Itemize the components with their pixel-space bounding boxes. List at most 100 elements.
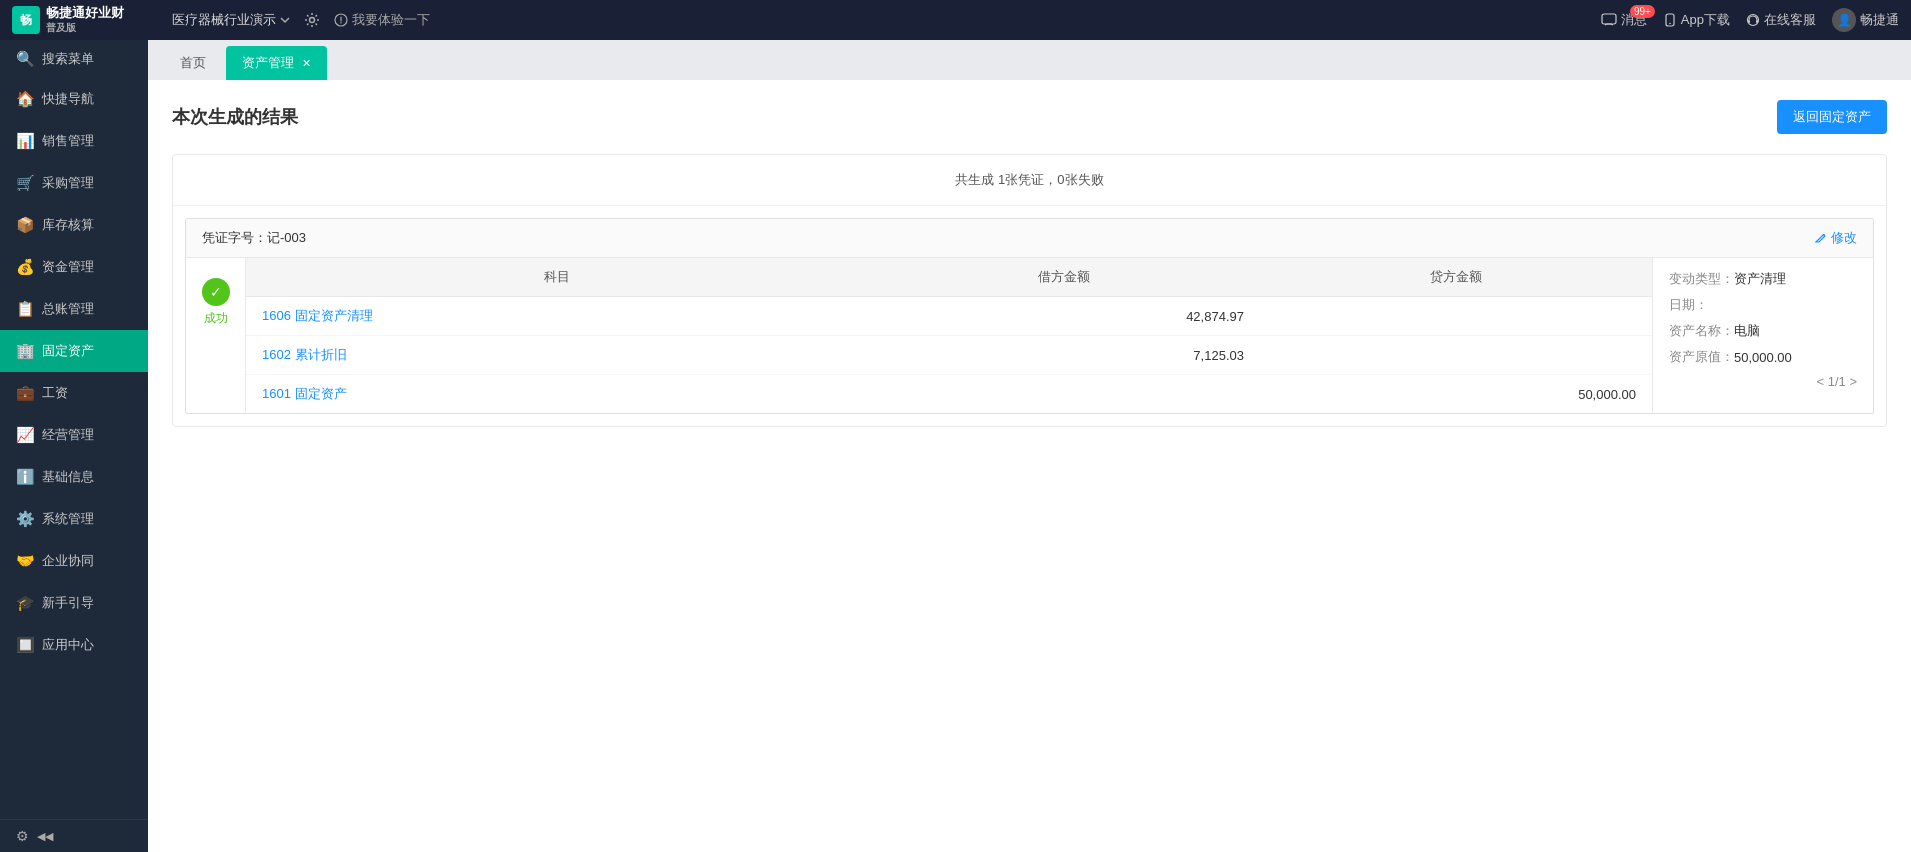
page-title: 本次生成的结果 [172, 105, 298, 129]
ledger-icon: 📋 [16, 300, 34, 318]
sidebar-item-purchase[interactable]: 🛒 采购管理 [0, 162, 148, 204]
feedback-label: 我要体验一下 [352, 11, 430, 29]
logo-icon: 畅 [12, 6, 40, 34]
topbar-right: 消息 99+ App下载 在线客服 👤 畅捷通 [1601, 8, 1899, 32]
handshake-icon: 🤝 [16, 552, 34, 570]
sidebar-item-sales[interactable]: 📊 销售管理 [0, 120, 148, 162]
sidebar-item-basic-info[interactable]: ℹ️ 基础信息 [0, 456, 148, 498]
sidebar-item-capital[interactable]: 💰 资金管理 [0, 246, 148, 288]
credit-cell: 50,000.00 [1260, 375, 1652, 414]
voucher-edit-label: 修改 [1831, 229, 1857, 247]
cart-icon: 🛒 [16, 174, 34, 192]
sidebar-item-enterprise[interactable]: 🤝 企业协同 [0, 540, 148, 582]
svg-point-4 [1669, 23, 1671, 25]
subject-cell: 1602 累计折旧 [246, 336, 868, 375]
sidebar-item-fixed-assets[interactable]: 🏢 固定资产 [0, 330, 148, 372]
voucher-number: 凭证字号：记-003 [202, 229, 306, 247]
sidebar-item-quick-nav[interactable]: 🏠 快捷导航 [0, 78, 148, 120]
credit-cell [1260, 336, 1652, 375]
tab-close-icon[interactable]: ✕ [302, 57, 311, 70]
box-icon: 📦 [16, 216, 34, 234]
edit-icon [1814, 232, 1827, 245]
home-icon: 🏠 [16, 90, 34, 108]
original-value-value: 50,000.00 [1734, 350, 1792, 365]
side-info-row-date: 日期： [1669, 296, 1857, 314]
guide-icon: 🎓 [16, 594, 34, 612]
svg-rect-7 [1756, 20, 1758, 23]
sidebar-settings-icon[interactable]: ⚙ [16, 828, 29, 844]
app-download-button[interactable]: App下载 [1663, 11, 1730, 29]
sidebar-item-system[interactable]: ⚙️ 系统管理 [0, 498, 148, 540]
topbar-center: 医疗器械行业演示 我要体验一下 [160, 6, 1601, 34]
result-panel: 共生成 1张凭证，0张失败 凭证字号：记-003 修改 [172, 154, 1887, 427]
phone-icon [1663, 13, 1677, 27]
side-info-row-change-type: 变动类型： 资产清理 [1669, 270, 1857, 288]
messages-button[interactable]: 消息 99+ [1601, 11, 1647, 29]
col-subject: 科目 [246, 258, 868, 297]
change-type-value: 资产清理 [1734, 270, 1786, 288]
voucher-block: 凭证字号：记-003 修改 ✓ [185, 218, 1874, 414]
user-button[interactable]: 👤 畅捷通 [1832, 8, 1899, 32]
tab-home[interactable]: 首页 [164, 46, 222, 80]
sidebar-item-guide[interactable]: 🎓 新手引导 [0, 582, 148, 624]
table-row: 1602 累计折旧 7,125.03 [246, 336, 1652, 375]
success-text: 成功 [204, 310, 228, 327]
table-row: 1606 固定资产清理 42,874.97 [246, 297, 1652, 336]
asset-name-value: 电脑 [1734, 322, 1760, 340]
message-icon [1601, 12, 1617, 28]
logo: 畅 畅捷通好业财 普及版 [12, 5, 160, 35]
project-selector[interactable]: 医疗器械行业演示 [172, 11, 290, 29]
avatar: 👤 [1832, 8, 1856, 32]
pagination-next[interactable]: > [1849, 374, 1857, 389]
asset-name-label: 资产名称： [1669, 322, 1734, 340]
customer-service-label: 在线客服 [1764, 11, 1816, 29]
return-button[interactable]: 返回固定资产 [1777, 100, 1887, 134]
debit-cell: 42,874.97 [868, 297, 1260, 336]
chart-icon: 📊 [16, 132, 34, 150]
page-title-row: 本次生成的结果 返回固定资产 [172, 100, 1887, 134]
col-credit: 贷方金额 [1260, 258, 1652, 297]
subject-cell: 1606 固定资产清理 [246, 297, 868, 336]
sidebar: 🔍 搜索菜单 🏠 快捷导航 📊 销售管理 🛒 采购管理 📦 库存核算 💰 [0, 40, 148, 852]
col-debit: 借方金额 [868, 258, 1260, 297]
credit-cell [1260, 297, 1652, 336]
voucher-body: ✓ 成功 科目 借方金额 [186, 258, 1873, 413]
logo-title: 畅捷通好业财 [46, 5, 124, 21]
settings-icon[interactable] [298, 6, 326, 34]
change-type-label: 变动类型： [1669, 270, 1734, 288]
sidebar-item-inventory[interactable]: 📦 库存核算 [0, 204, 148, 246]
tab-bar: 首页 资产管理 ✕ [148, 40, 1911, 80]
sidebar-item-search[interactable]: 🔍 搜索菜单 [0, 40, 148, 78]
logo-sub: 普及版 [46, 21, 124, 35]
side-info-row-asset-name: 资产名称： 电脑 [1669, 322, 1857, 340]
svg-point-0 [310, 18, 315, 23]
sidebar-item-payroll[interactable]: 💼 工资 [0, 372, 148, 414]
side-info-panel: 变动类型： 资产清理 日期： 资产名称： 电脑 [1653, 258, 1873, 413]
tab-home-label: 首页 [180, 54, 206, 72]
building-icon: 🏢 [16, 342, 34, 360]
tab-asset-mgmt[interactable]: 资产管理 ✕ [226, 46, 327, 80]
sidebar-collapse-icon[interactable]: ◀◀ [37, 830, 53, 843]
voucher-edit-button[interactable]: 修改 [1814, 229, 1857, 247]
sidebar-item-operations[interactable]: 📈 经营管理 [0, 414, 148, 456]
original-value-label: 资产原值： [1669, 348, 1734, 366]
content-area: 首页 资产管理 ✕ 本次生成的结果 返回固定资产 共生成 1张凭证，0张失败 [148, 40, 1911, 852]
svg-rect-2 [1602, 14, 1616, 24]
sidebar-nav: 🔍 搜索菜单 🏠 快捷导航 📊 销售管理 🛒 采购管理 📦 库存核算 💰 [0, 40, 148, 819]
page-content: 本次生成的结果 返回固定资产 共生成 1张凭证，0张失败 凭证字号：记-003 … [148, 80, 1911, 852]
search-icon: 🔍 [16, 50, 34, 68]
customer-service-button[interactable]: 在线客服 [1746, 11, 1816, 29]
tab-asset-mgmt-label: 资产管理 [242, 54, 294, 72]
feedback-button[interactable]: 我要体验一下 [334, 11, 430, 29]
username: 畅捷通 [1860, 11, 1899, 29]
sidebar-item-app-center[interactable]: 🔲 应用中心 [0, 624, 148, 666]
trend-icon: 📈 [16, 426, 34, 444]
pagination-prev[interactable]: < [1817, 374, 1825, 389]
app-download-label: App下载 [1681, 11, 1730, 29]
success-indicator: ✓ 成功 [202, 278, 230, 327]
sidebar-item-ledger[interactable]: 📋 总账管理 [0, 288, 148, 330]
subject-cell: 1601 固定资产 [246, 375, 868, 414]
voucher-header: 凭证字号：记-003 修改 [186, 219, 1873, 258]
result-summary: 共生成 1张凭证，0张失败 [173, 155, 1886, 206]
gear-icon: ⚙️ [16, 510, 34, 528]
